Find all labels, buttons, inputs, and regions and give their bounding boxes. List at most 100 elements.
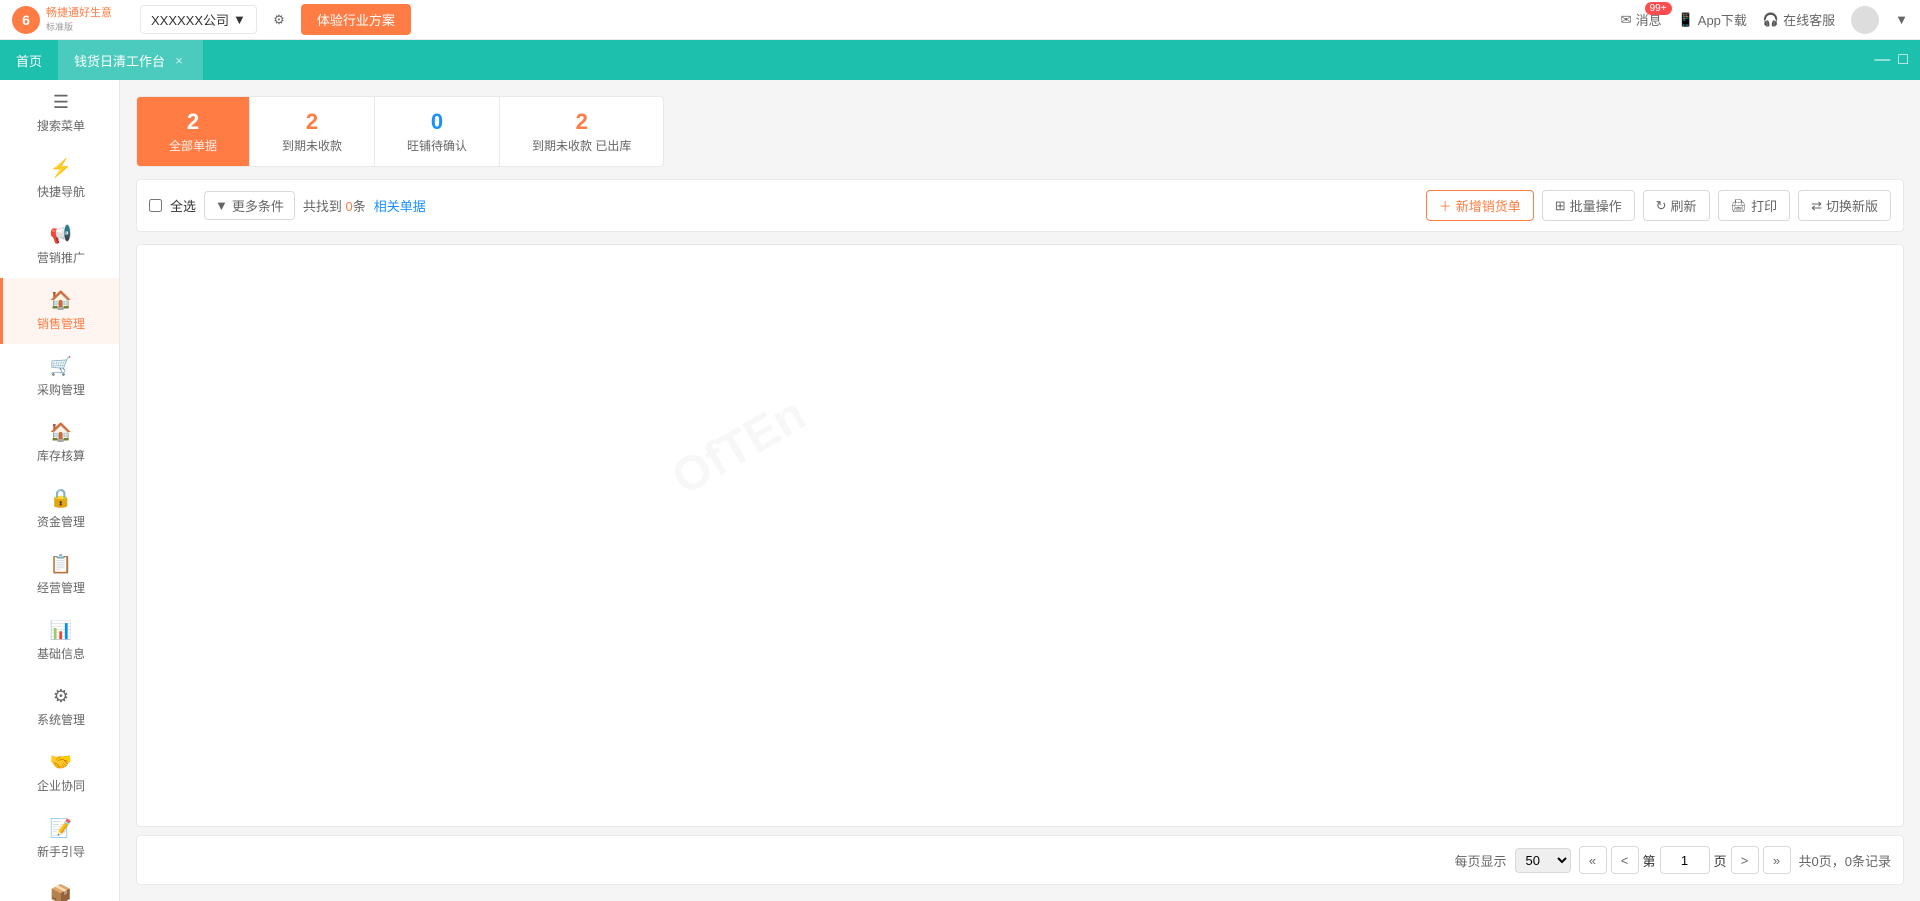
sidebar-item-system[interactable]: ⚙ 系统管理 — [0, 674, 119, 740]
sales-label: 销售管理 — [37, 315, 85, 332]
company-dropdown-icon: ▼ — [233, 12, 246, 27]
refresh-icon: ↻ — [1656, 198, 1667, 214]
toolbar-left: 全选 ▼ 更多条件 共找到 0条 相关单据 — [149, 191, 1418, 220]
status-tab-overdue-shipped-count: 2 — [532, 109, 631, 135]
search-menu-label: 搜索菜单 — [37, 117, 85, 134]
sidebar-item-quick-nav[interactable]: ⚡ 快捷导航 — [0, 146, 119, 212]
message-badge: 99+ — [1645, 2, 1672, 15]
status-tab-pending-label: 旺铺待确认 — [407, 137, 467, 154]
filter-icon: ▼ — [215, 198, 228, 213]
page-input[interactable] — [1660, 846, 1710, 874]
nav-tabs: 首页 钱货日清工作台 × — □ — [0, 40, 1920, 80]
last-page-button[interactable]: » — [1763, 846, 1791, 874]
app-download-label: App下载 — [1698, 10, 1747, 29]
refresh-button[interactable]: ↻ 刷新 — [1643, 190, 1710, 221]
page-unit: 页 — [1714, 851, 1727, 870]
maximize-icon[interactable]: □ — [1898, 51, 1908, 69]
sidebar-item-finance[interactable]: 🔒 资金管理 — [0, 476, 119, 542]
more-filters-label: 更多条件 — [232, 196, 284, 215]
sidebar-item-purchase[interactable]: 🛒 采购管理 — [0, 344, 119, 410]
nav-tab-workbench[interactable]: 钱货日清工作台 × — [58, 40, 203, 80]
workbench: 2 全部单据 2 到期未收款 0 旺铺待确认 2 到期未收款 已出库 全选 — [120, 80, 1920, 901]
search-menu-icon: ☰ — [53, 92, 69, 113]
sidebar-item-sales[interactable]: 🏠 销售管理 — [0, 278, 119, 344]
avatar[interactable] — [1851, 6, 1879, 34]
online-service-label: 在线客服 — [1783, 10, 1835, 29]
status-tab-overdue-shipped[interactable]: 2 到期未收款 已出库 — [500, 97, 663, 166]
sidebar-item-basic-info[interactable]: 📊 基础信息 — [0, 608, 119, 674]
cooperation-icon: 🤝 — [50, 752, 72, 773]
experience-button[interactable]: 体验行业方案 — [301, 4, 411, 35]
app-download-button[interactable]: 📱 App下载 — [1678, 10, 1747, 29]
print-button[interactable]: 🖨 打印 — [1718, 190, 1791, 221]
headset-icon: 🎧 — [1763, 12, 1779, 28]
status-tab-overdue-label: 到期未收款 — [282, 137, 342, 154]
sidebar-item-marketing[interactable]: 📢 营销推广 — [0, 212, 119, 278]
message-button[interactable]: ✉ 消息 99+ — [1621, 10, 1662, 29]
sidebar-item-inventory[interactable]: 🏠 库存核算 — [0, 410, 119, 476]
home-tab-label: 首页 — [16, 51, 42, 70]
add-sale-button[interactable]: ＋ 新增销货单 — [1426, 190, 1534, 221]
per-page-select[interactable]: 50 20 100 — [1515, 848, 1571, 873]
nav-tabs-actions: — □ — [1874, 51, 1920, 69]
switch-icon: ⇄ — [1811, 198, 1822, 214]
add-sale-label: 新增销货单 — [1456, 196, 1521, 215]
workbench-tab-label: 钱货日清工作台 — [74, 51, 165, 70]
main-content: 2 全部单据 2 到期未收款 0 旺铺待确认 2 到期未收款 已出库 全选 — [120, 80, 1920, 901]
finance-icon: 🔒 — [50, 488, 72, 509]
purchase-icon: 🛒 — [50, 356, 72, 377]
refresh-label: 刷新 — [1671, 196, 1697, 215]
batch-ops-button[interactable]: ⊞ 批量操作 — [1542, 190, 1635, 221]
next-page-button[interactable]: > — [1731, 846, 1759, 874]
minimize-icon[interactable]: — — [1874, 51, 1890, 69]
prev-page-button[interactable]: < — [1611, 846, 1639, 874]
found-count-number: 0 — [346, 199, 353, 214]
purchase-label: 采购管理 — [37, 381, 85, 398]
sidebar-item-cooperation[interactable]: 🤝 企业协同 — [0, 740, 119, 806]
workbench-tab-close[interactable]: × — [171, 52, 187, 68]
status-tab-overdue[interactable]: 2 到期未收款 — [250, 97, 375, 166]
cooperation-label: 企业协同 — [37, 777, 85, 794]
system-icon: ⚙ — [53, 686, 69, 707]
finance-label: 资金管理 — [37, 513, 85, 530]
print-label: 打印 — [1751, 196, 1777, 215]
sidebar-item-search-menu[interactable]: ☰ 搜索菜单 — [0, 80, 119, 146]
first-page-button[interactable]: « — [1579, 846, 1607, 874]
status-tab-all-label: 全部单据 — [169, 137, 217, 154]
sidebar-item-new-guide[interactable]: 📝 新手引导 — [0, 806, 119, 872]
per-page-label: 每页显示 — [1454, 851, 1506, 870]
status-tab-pending[interactable]: 0 旺铺待确认 — [375, 97, 500, 166]
table-area: OfTEn — [136, 244, 1904, 827]
operations-icon: 📋 — [50, 554, 72, 575]
found-count-text: 共找到 0条 — [303, 196, 366, 215]
pagination-bar: 每页显示 50 20 100 « < 第 页 > » 共0页，0条记录 — [136, 835, 1904, 885]
nav-tab-home[interactable]: 首页 — [0, 40, 58, 80]
company-selector[interactable]: XXXXXX公司 ▼ — [140, 5, 257, 34]
status-tab-all-count: 2 — [169, 109, 217, 135]
more-filters-button[interactable]: ▼ 更多条件 — [204, 191, 295, 220]
user-dropdown[interactable]: ▼ — [1895, 12, 1908, 27]
online-service-button[interactable]: 🎧 在线客服 — [1763, 10, 1835, 29]
system-label: 系统管理 — [37, 711, 85, 728]
operations-label: 经营管理 — [37, 579, 85, 596]
status-tab-overdue-shipped-label: 到期未收款 已出库 — [532, 137, 631, 154]
sidebar-item-operations[interactable]: 📋 经营管理 — [0, 542, 119, 608]
app-download-icon: 📱 — [1678, 12, 1694, 28]
topbar-right: ✉ 消息 99+ 📱 App下载 🎧 在线客服 ▼ — [1621, 6, 1908, 34]
related-orders-link[interactable]: 相关单据 — [374, 196, 426, 215]
page-label: 第 — [1643, 851, 1656, 870]
select-all-checkbox[interactable] — [149, 199, 162, 212]
status-tab-pending-count: 0 — [407, 109, 467, 135]
logo-main-text: 畅捷通好生意 — [46, 6, 112, 20]
sidebar-item-app-center[interactable]: 📦 应用中心 — [0, 872, 119, 901]
inventory-label: 库存核算 — [37, 447, 85, 464]
switch-version-button[interactable]: ⇄ 切换新版 — [1798, 190, 1891, 221]
new-guide-label: 新手引导 — [37, 843, 85, 860]
page-nav: « < 第 页 > » — [1579, 846, 1791, 874]
company-name: XXXXXX公司 — [151, 10, 229, 29]
status-tab-all[interactable]: 2 全部单据 — [137, 97, 250, 166]
quick-nav-icon: ⚡ — [50, 158, 72, 179]
inventory-icon: 🏠 — [50, 422, 72, 443]
message-icon: ✉ — [1621, 12, 1632, 28]
settings-icon[interactable]: ⚙ — [265, 6, 293, 34]
